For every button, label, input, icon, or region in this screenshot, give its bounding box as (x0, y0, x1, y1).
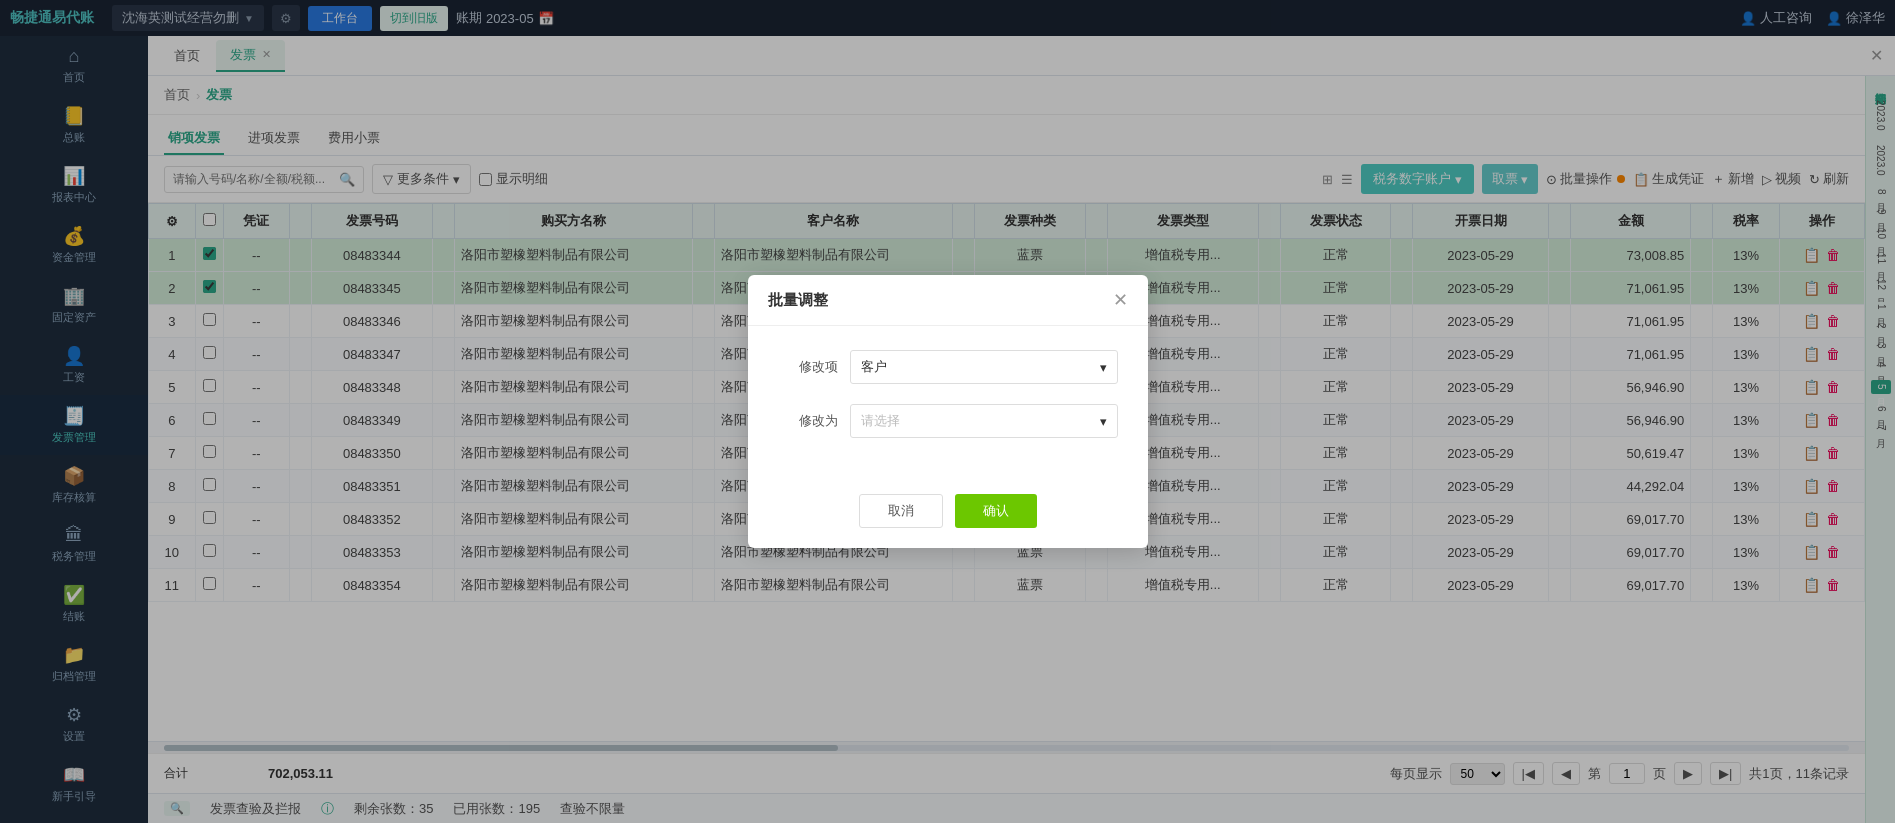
cancel-btn[interactable]: 取消 (859, 494, 943, 528)
modal-value-row: 修改为 请选择 ▾ (778, 404, 1118, 438)
modal-field-arrow-icon: ▾ (1100, 360, 1107, 375)
modal-title: 批量调整 (768, 291, 828, 310)
modal-header: 批量调整 ✕ (748, 275, 1148, 326)
modal-value-placeholder: 请选择 (861, 412, 900, 430)
modal-field-value: 客户 (861, 358, 887, 376)
modal-field-row: 修改项 客户 ▾ (778, 350, 1118, 384)
modal-body: 修改项 客户 ▾ 修改为 请选择 ▾ (748, 326, 1148, 482)
modal-footer: 取消 确认 (748, 482, 1148, 548)
modal-value-select[interactable]: 请选择 ▾ (850, 404, 1118, 438)
modal-close-btn[interactable]: ✕ (1113, 289, 1128, 311)
confirm-btn[interactable]: 确认 (955, 494, 1037, 528)
modal-field-label: 修改项 (778, 358, 838, 376)
modal-field-select[interactable]: 客户 ▾ (850, 350, 1118, 384)
modal-value-label: 修改为 (778, 412, 838, 430)
modal-value-arrow-icon: ▾ (1100, 414, 1107, 429)
batch-adjust-modal: 批量调整 ✕ 修改项 客户 ▾ 修改为 请选择 ▾ 取消 确认 (748, 275, 1148, 548)
modal-overlay: 批量调整 ✕ 修改项 客户 ▾ 修改为 请选择 ▾ 取消 确认 (0, 0, 1895, 823)
